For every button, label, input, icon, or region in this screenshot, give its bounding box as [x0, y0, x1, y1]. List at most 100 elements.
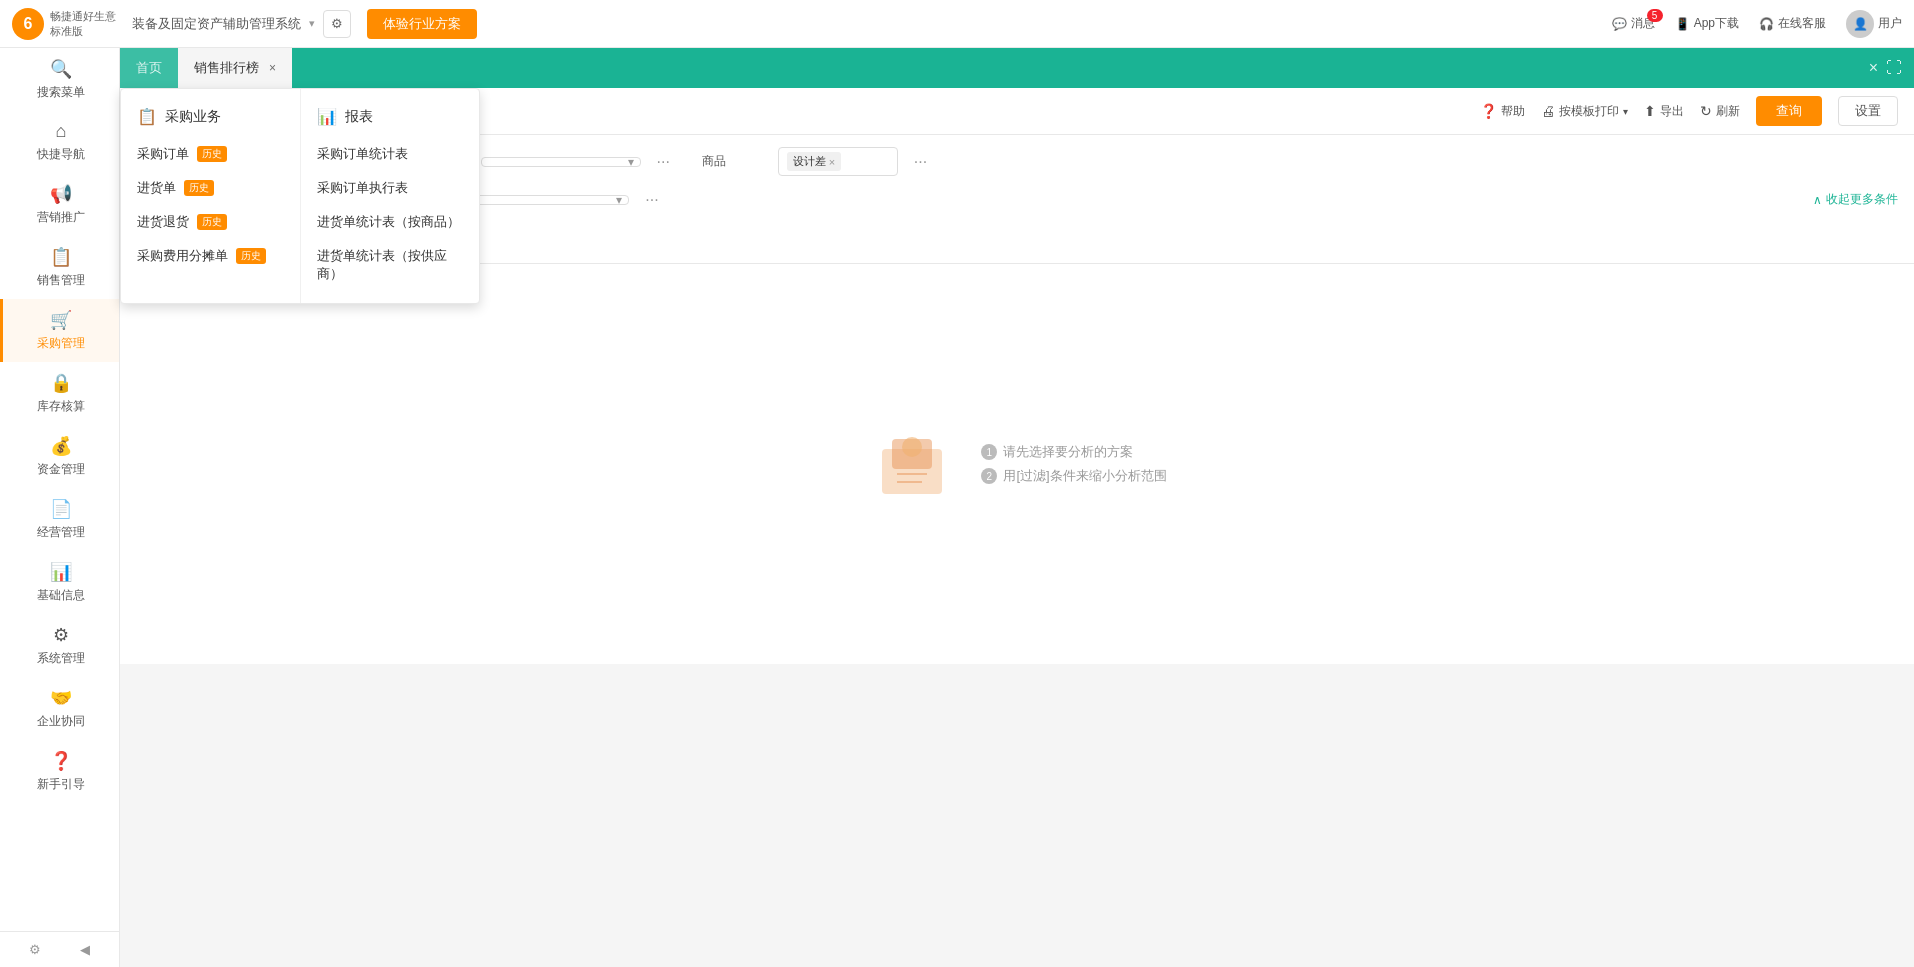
- empty-hints: 1 请先选择要分析的方案 2 用[过滤]条件来缩小分析范围: [981, 443, 1166, 485]
- purchase-section-title: 采购业务: [165, 108, 221, 126]
- menu-item-purchase-order-stat[interactable]: 采购订单统计表: [301, 137, 480, 171]
- tab-right-actions: × ⛶: [1869, 59, 1914, 77]
- purchase-order-exec-label: 采购订单执行表: [317, 179, 408, 197]
- headset-icon: 🎧: [1759, 17, 1774, 31]
- purchase-order-stat-label: 采购订单统计表: [317, 145, 408, 163]
- notification-icon: 💬: [1612, 17, 1627, 31]
- sidebar-item-marketing[interactable]: 📢 营销推广: [0, 173, 119, 236]
- top-header: 6 畅捷通好生意 标准版 装备及固定资产辅助管理系统 ▾ ⚙ 体验行业方案 💬 …: [0, 0, 1914, 48]
- sidebar-item-enterprise[interactable]: 🤝 企业协同: [0, 677, 119, 740]
- trial-button[interactable]: 体验行业方案: [367, 9, 477, 39]
- sidebar-item-search[interactable]: 🔍 搜索菜单: [0, 48, 119, 111]
- menu-item-goods-stat-by-supplier[interactable]: 进货单统计表（按供应商）: [301, 239, 480, 291]
- sidebar-label-enterprise: 企业协同: [37, 713, 85, 730]
- purchase-order-label: 采购订单: [137, 145, 189, 163]
- voucher-status-more[interactable]: ···: [657, 153, 670, 171]
- refresh-button[interactable]: ↻ 刷新: [1700, 103, 1740, 120]
- tab-home[interactable]: 首页: [120, 48, 178, 88]
- sidebar-label-newbie: 新手引导: [37, 776, 85, 793]
- sidebar-item-newbie[interactable]: ❓ 新手引导: [0, 740, 119, 803]
- collapse-button[interactable]: ∧ 收起更多条件: [1813, 191, 1898, 208]
- menu-item-purchase-expense[interactable]: 采购费用分摊单 历史: [121, 239, 300, 273]
- system-title: 装备及固定资产辅助管理系统: [132, 15, 301, 33]
- tab-sales-rank[interactable]: 销售排行榜 ×: [178, 48, 292, 88]
- menu-item-goods-return[interactable]: 进货退货 历史: [121, 205, 300, 239]
- sidebar-label-search: 搜索菜单: [37, 84, 85, 101]
- sidebar-item-quicknav[interactable]: ⌂ 快捷导航: [0, 111, 119, 173]
- settings-button[interactable]: 设置: [1838, 96, 1898, 126]
- export-icon: ⬆: [1644, 103, 1656, 119]
- help-button[interactable]: ❓ 帮助: [1480, 103, 1525, 120]
- menu-item-goods-receipt[interactable]: 进货单 历史: [121, 171, 300, 205]
- print-dropdown-arrow[interactable]: ▾: [1623, 106, 1628, 117]
- empty-state: 1 请先选择要分析的方案 2 用[过滤]条件来缩小分析范围: [867, 419, 1166, 509]
- sidebar-label-basic: 基础信息: [37, 587, 85, 604]
- logo-icon: 6: [12, 8, 44, 40]
- user-menu-button[interactable]: 👤 用户: [1846, 10, 1902, 38]
- menu-item-purchase-order[interactable]: 采购订单 历史: [121, 137, 300, 171]
- salesperson-select[interactable]: [469, 195, 629, 205]
- sales-icon: 📋: [50, 246, 72, 268]
- sidebar-bottom: ⚙ ◀: [0, 931, 119, 967]
- newbie-icon: ❓: [50, 750, 72, 772]
- finance-icon: 💰: [50, 435, 72, 457]
- sidebar-settings-button[interactable]: ⚙: [29, 942, 41, 957]
- sidebar-item-system[interactable]: ⚙ 系统管理: [0, 614, 119, 677]
- goods-tag-remove[interactable]: ×: [829, 156, 835, 168]
- refresh-icon: ↻: [1700, 103, 1712, 119]
- purchase-section-icon: 📋: [137, 107, 157, 127]
- enterprise-icon: 🤝: [50, 687, 72, 709]
- goods-more[interactable]: ···: [914, 153, 927, 171]
- menu-item-goods-stat-by-goods[interactable]: 进货单统计表（按商品）: [301, 205, 480, 239]
- tab-close-all-button[interactable]: ×: [1869, 59, 1878, 77]
- online-service-button[interactable]: 🎧 在线客服: [1759, 15, 1826, 32]
- phone-icon: 📱: [1675, 17, 1690, 31]
- tab-close-button[interactable]: ×: [269, 61, 276, 75]
- sidebar-label-purchase: 采购管理: [37, 335, 85, 352]
- settings-gear-button[interactable]: ⚙: [323, 10, 351, 38]
- user-avatar: 👤: [1846, 10, 1874, 38]
- sidebar-item-operation[interactable]: 📄 经营管理: [0, 488, 119, 551]
- goods-return-label: 进货退货: [137, 213, 189, 231]
- sidebar-item-finance[interactable]: 💰 资金管理: [0, 425, 119, 488]
- sidebar-collapse-button[interactable]: ◀: [80, 942, 90, 957]
- sidebar-label-sales: 销售管理: [37, 272, 85, 289]
- sidebar-item-purchase[interactable]: 🛒 采购管理: [0, 299, 119, 362]
- sidebar-label-finance: 资金管理: [37, 461, 85, 478]
- app-download-button[interactable]: 📱 App下载: [1675, 15, 1739, 32]
- system-icon: ⚙: [53, 624, 69, 646]
- sidebar-label-system: 系统管理: [37, 650, 85, 667]
- tab-restore-button[interactable]: ⛶: [1886, 59, 1902, 77]
- notification-button[interactable]: 💬 消息 5: [1612, 15, 1655, 32]
- sidebar-item-basic[interactable]: 📊 基础信息: [0, 551, 119, 614]
- notification-badge-count: 5: [1647, 9, 1663, 22]
- export-button[interactable]: ⬆ 导出: [1644, 103, 1684, 120]
- goods-receipt-badge: 历史: [184, 180, 214, 196]
- title-dropdown-arrow[interactable]: ▾: [309, 17, 315, 30]
- hint-item-2: 2 用[过滤]条件来缩小分析范围: [981, 467, 1166, 485]
- voucher-status-select[interactable]: [481, 157, 641, 167]
- operation-icon: 📄: [50, 498, 72, 520]
- goods-input[interactable]: 设计差 ×: [778, 147, 898, 176]
- collapse-arrow-icon: ∧: [1813, 193, 1822, 207]
- sidebar-item-sales[interactable]: 📋 销售管理: [0, 236, 119, 299]
- header-right: 💬 消息 5 📱 App下载 🎧 在线客服 👤 用户: [1612, 10, 1902, 38]
- svg-point-2: [902, 437, 922, 457]
- content-area: 1 请先选择要分析的方案 2 用[过滤]条件来缩小分析范围: [120, 264, 1914, 664]
- purchase-icon: 🛒: [50, 309, 72, 331]
- sidebar-item-inventory[interactable]: 🔒 库存核算: [0, 362, 119, 425]
- home-icon: ⌂: [56, 121, 67, 142]
- salesperson-more[interactable]: ···: [645, 191, 658, 209]
- sidebar-label-inventory: 库存核算: [37, 398, 85, 415]
- logo-area: 6 畅捷通好生意 标准版: [12, 8, 132, 40]
- sidebar-label-marketing: 营销推广: [37, 209, 85, 226]
- system-title-area: 装备及固定资产辅助管理系统 ▾ ⚙ 体验行业方案: [132, 9, 1612, 39]
- search-icon: 🔍: [50, 58, 72, 80]
- goods-tag[interactable]: 设计差 ×: [787, 152, 841, 171]
- query-button[interactable]: 查询: [1756, 96, 1822, 126]
- menu-item-purchase-order-exec[interactable]: 采购订单执行表: [301, 171, 480, 205]
- empty-illustration: [867, 419, 957, 509]
- sidebar-label-operation: 经营管理: [37, 524, 85, 541]
- print-button[interactable]: 🖨 按模板打印 ▾: [1541, 103, 1628, 120]
- report-section-header: 📊 报表: [301, 101, 480, 137]
